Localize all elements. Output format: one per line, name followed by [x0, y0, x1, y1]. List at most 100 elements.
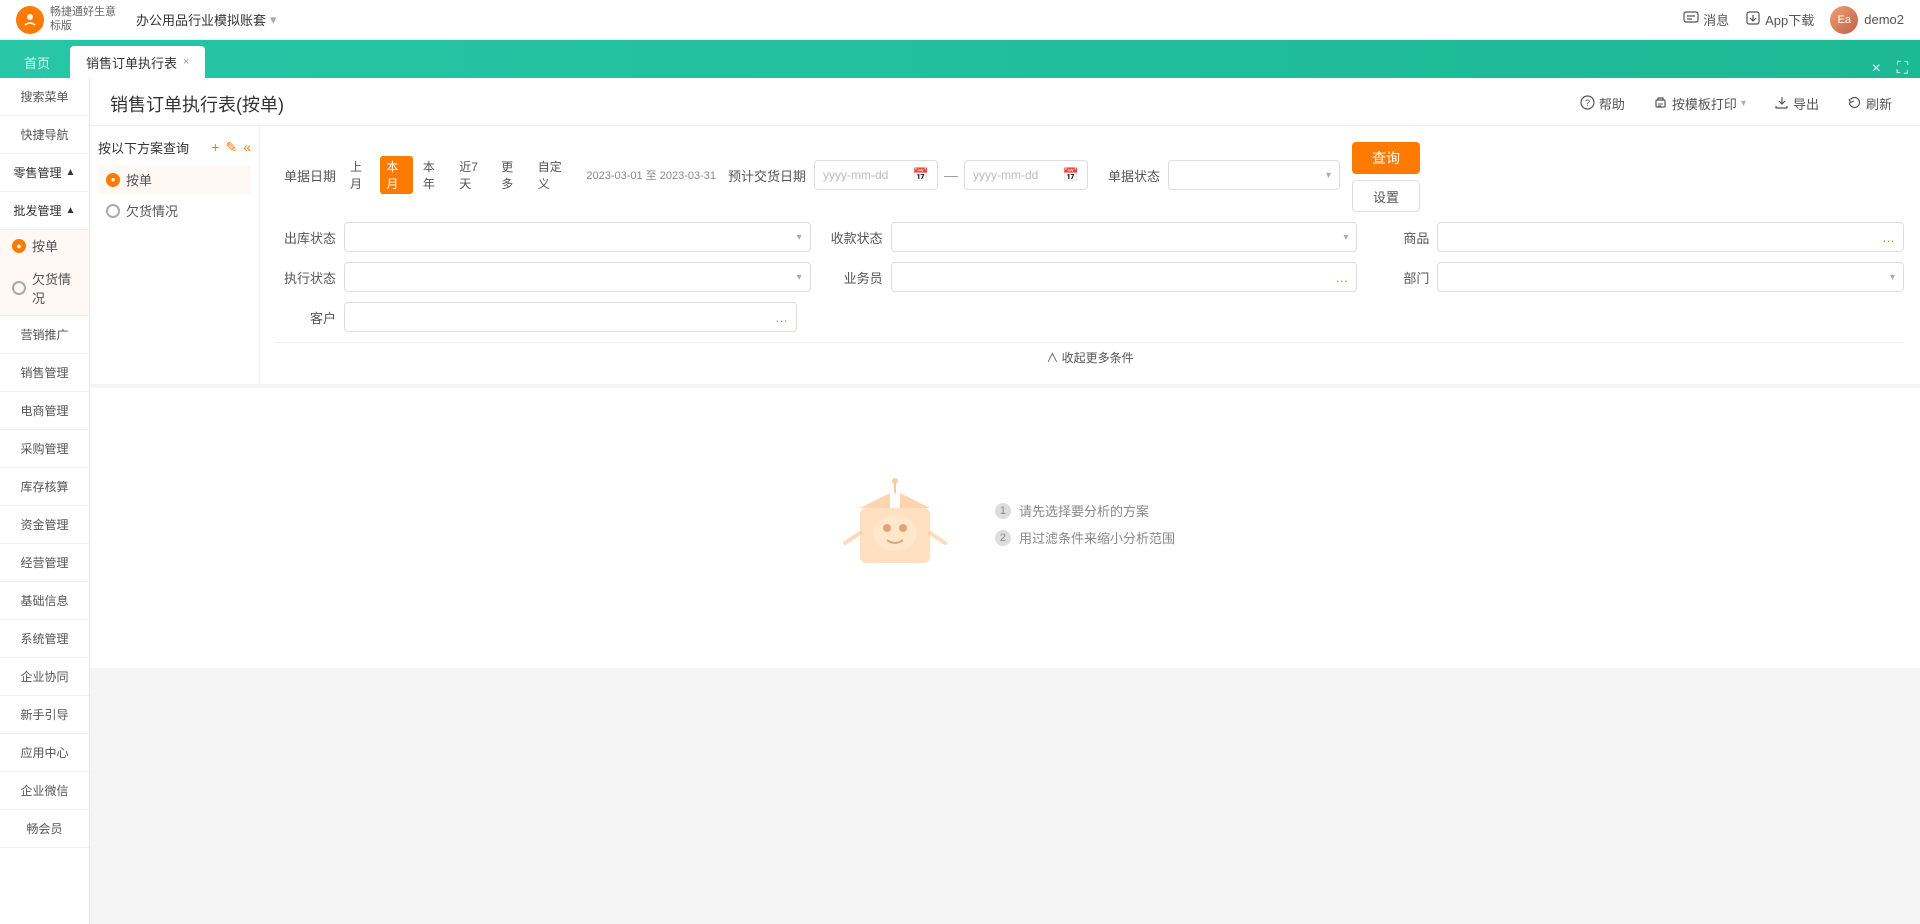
sidebar-item-retail[interactable]: 零售管理 ▲ [0, 154, 89, 192]
tab-home[interactable]: 首页 [8, 46, 66, 78]
scheme-add-btn[interactable]: + [211, 139, 219, 156]
date-range-display: 2023-03-01 至 2023-03-31 [586, 167, 716, 183]
filter-form: 单据日期 上月 本月 本年 近7天 更多 自定义 2023-03-01 至 20… [260, 126, 1920, 384]
logo-area: 畅捷通好生意 标版 [16, 6, 116, 34]
expected-delivery-group: 预计交货日期 yyyy-mm-dd 📅 — yyyy-mm-dd 📅 [728, 160, 1088, 190]
salesperson-select[interactable]: … [891, 262, 1358, 292]
department-group: 部门 ▾ [1369, 262, 1904, 292]
scheme-edit-btn[interactable]: ✎ [225, 139, 237, 156]
shortcut-this-year[interactable]: 本年 [417, 156, 449, 194]
sidebar-item-finance[interactable]: 资金管理 [0, 506, 89, 544]
collection-status-arrow-icon: ▾ [1343, 232, 1348, 243]
sidebar-item-marketing[interactable]: 营销推广 [0, 316, 89, 354]
logo-text: 畅捷通好生意 标版 [50, 6, 116, 32]
sidebar-item-apps[interactable]: 应用中心 [0, 734, 89, 772]
refresh-icon [1847, 95, 1862, 113]
delivery-status-select[interactable]: ▾ [344, 222, 811, 252]
product-group: 商品 … [1369, 222, 1904, 252]
empty-hint-1: 1 请先选择要分析的方案 [995, 501, 1175, 520]
customer-dots[interactable]: … [775, 310, 788, 325]
user-area[interactable]: Ea demo2 [1830, 6, 1904, 34]
customer-label: 客户 [276, 308, 336, 327]
retail-arrow-icon: ▲ [66, 167, 76, 178]
execution-status-select[interactable]: ▾ [344, 262, 811, 292]
download-icon [1745, 10, 1761, 29]
tab-active[interactable]: 销售订单执行表 × [70, 46, 205, 78]
sidebar-item-ecommerce[interactable]: 电商管理 [0, 392, 89, 430]
search-button[interactable]: 查询 [1352, 142, 1420, 174]
refresh-btn[interactable]: 刷新 [1839, 90, 1900, 117]
customer-select[interactable]: … [344, 302, 797, 332]
shortcut-more[interactable]: 更多 [495, 156, 527, 194]
collapse-label: 收起更多条件 [1062, 351, 1134, 365]
sidebar-item-wholesale[interactable]: 批发管理 ▲ [0, 192, 89, 230]
message-action[interactable]: 消息 [1683, 10, 1729, 29]
sidebar-item-newbie[interactable]: 新手引导 [0, 696, 89, 734]
sidebar-sub-shortage[interactable]: 欠货情况 [0, 263, 89, 313]
settings-button[interactable]: 设置 [1352, 180, 1420, 212]
scheme-collapse-btn[interactable]: « [243, 139, 251, 156]
sidebar-sub-order[interactable]: ● 按单 [0, 230, 89, 261]
print-label: 按模板打印 [1672, 94, 1737, 113]
print-btn[interactable]: 按模板打印 ▾ [1645, 90, 1754, 117]
shortcut-last-month[interactable]: 上月 [344, 156, 376, 194]
empty-illustration [835, 468, 955, 588]
filter-panel: 按以下方案查询 + ✎ « ● 按单 欠货情况 [90, 126, 1920, 384]
date-label: 单据日期 [276, 166, 336, 185]
sidebar-item-purchase[interactable]: 采购管理 [0, 430, 89, 468]
shortcut-7days[interactable]: 近7天 [453, 156, 491, 194]
date-from-group: yyyy-mm-dd 📅 — yyyy-mm-dd 📅 [814, 160, 1088, 190]
sidebar-item-system[interactable]: 系统管理 [0, 620, 89, 658]
breadcrumb-arrow-icon[interactable]: ▾ [270, 12, 277, 28]
header-right: 消息 App下载 Ea demo2 [1683, 6, 1904, 34]
window-actions: × ⛶ [1867, 60, 1920, 78]
scheme-item-order[interactable]: ● 按单 [98, 165, 251, 194]
scheme-order-label: 按单 [126, 170, 152, 189]
sidebar-item-sales[interactable]: 销售管理 [0, 354, 89, 392]
tab-close-icon[interactable]: × [183, 56, 189, 68]
scheme-panel: 按以下方案查询 + ✎ « ● 按单 欠货情况 [90, 126, 260, 384]
window-close-btn[interactable]: × [1867, 60, 1884, 78]
salesperson-dots[interactable]: … [1335, 270, 1348, 285]
sidebar-item-inventory[interactable]: 库存核算 [0, 468, 89, 506]
hint-2-num: 2 [995, 530, 1011, 546]
app-download-action[interactable]: App下载 [1745, 10, 1814, 29]
export-btn[interactable]: 导出 [1766, 90, 1827, 117]
date-from-input[interactable]: yyyy-mm-dd 📅 [814, 160, 938, 190]
top-header: 畅捷通好生意 标版 办公用品行业模拟账套 ▾ 消息 App下载 [0, 0, 1920, 40]
window-max-btn[interactable]: ⛶ [1893, 60, 1912, 78]
doc-status-arrow-icon: ▾ [1326, 170, 1331, 181]
delivery-status-group: 出库状态 ▾ [276, 222, 811, 252]
delivery-status-arrow-icon: ▾ [797, 232, 802, 243]
shortcut-custom[interactable]: 自定义 [532, 156, 575, 194]
collection-status-select[interactable]: ▾ [891, 222, 1358, 252]
sidebar-item-member[interactable]: 畅会员 [0, 810, 89, 848]
doc-status-select[interactable]: ▾ [1168, 160, 1340, 190]
shortcut-this-month[interactable]: 本月 [380, 156, 412, 194]
execution-status-group: 执行状态 ▾ [276, 262, 811, 292]
scheme-order-dot-icon: ● [106, 173, 120, 187]
retail-label: 零售管理 [14, 164, 62, 181]
doc-status-group: 单据状态 ▾ [1100, 160, 1340, 190]
sidebar-quick-nav[interactable]: 快捷导航 [0, 116, 89, 154]
collection-status-group: 收款状态 ▾ [823, 222, 1358, 252]
help-icon: ? [1580, 95, 1595, 113]
filter-row-2: 出库状态 ▾ 收款状态 ▾ 商品 [276, 222, 1904, 252]
sidebar-item-operation[interactable]: 经营管理 [0, 544, 89, 582]
sidebar-item-basic[interactable]: 基础信息 [0, 582, 89, 620]
execution-status-arrow-icon: ▾ [797, 272, 802, 283]
sidebar-item-wechat[interactable]: 企业微信 [0, 772, 89, 810]
scheme-item-shortage[interactable]: 欠货情况 [98, 196, 251, 225]
date-from-placeholder: yyyy-mm-dd [823, 168, 888, 182]
nav-tabs: 首页 销售订单执行表 × × ⛶ [0, 40, 1920, 78]
product-dots[interactable]: … [1882, 230, 1895, 245]
product-select[interactable]: … [1437, 222, 1904, 252]
sidebar-item-enterprise[interactable]: 企业协同 [0, 658, 89, 696]
execution-status-label: 执行状态 [276, 268, 336, 287]
department-select[interactable]: ▾ [1437, 262, 1904, 292]
sidebar-search[interactable]: 搜索菜单 [0, 78, 89, 116]
collapse-bar[interactable]: ∧ 收起更多条件 [276, 342, 1904, 372]
help-btn[interactable]: ? 帮助 [1572, 90, 1633, 117]
page-title: 销售订单执行表(按单) [110, 91, 284, 117]
date-to-input[interactable]: yyyy-mm-dd 📅 [964, 160, 1088, 190]
